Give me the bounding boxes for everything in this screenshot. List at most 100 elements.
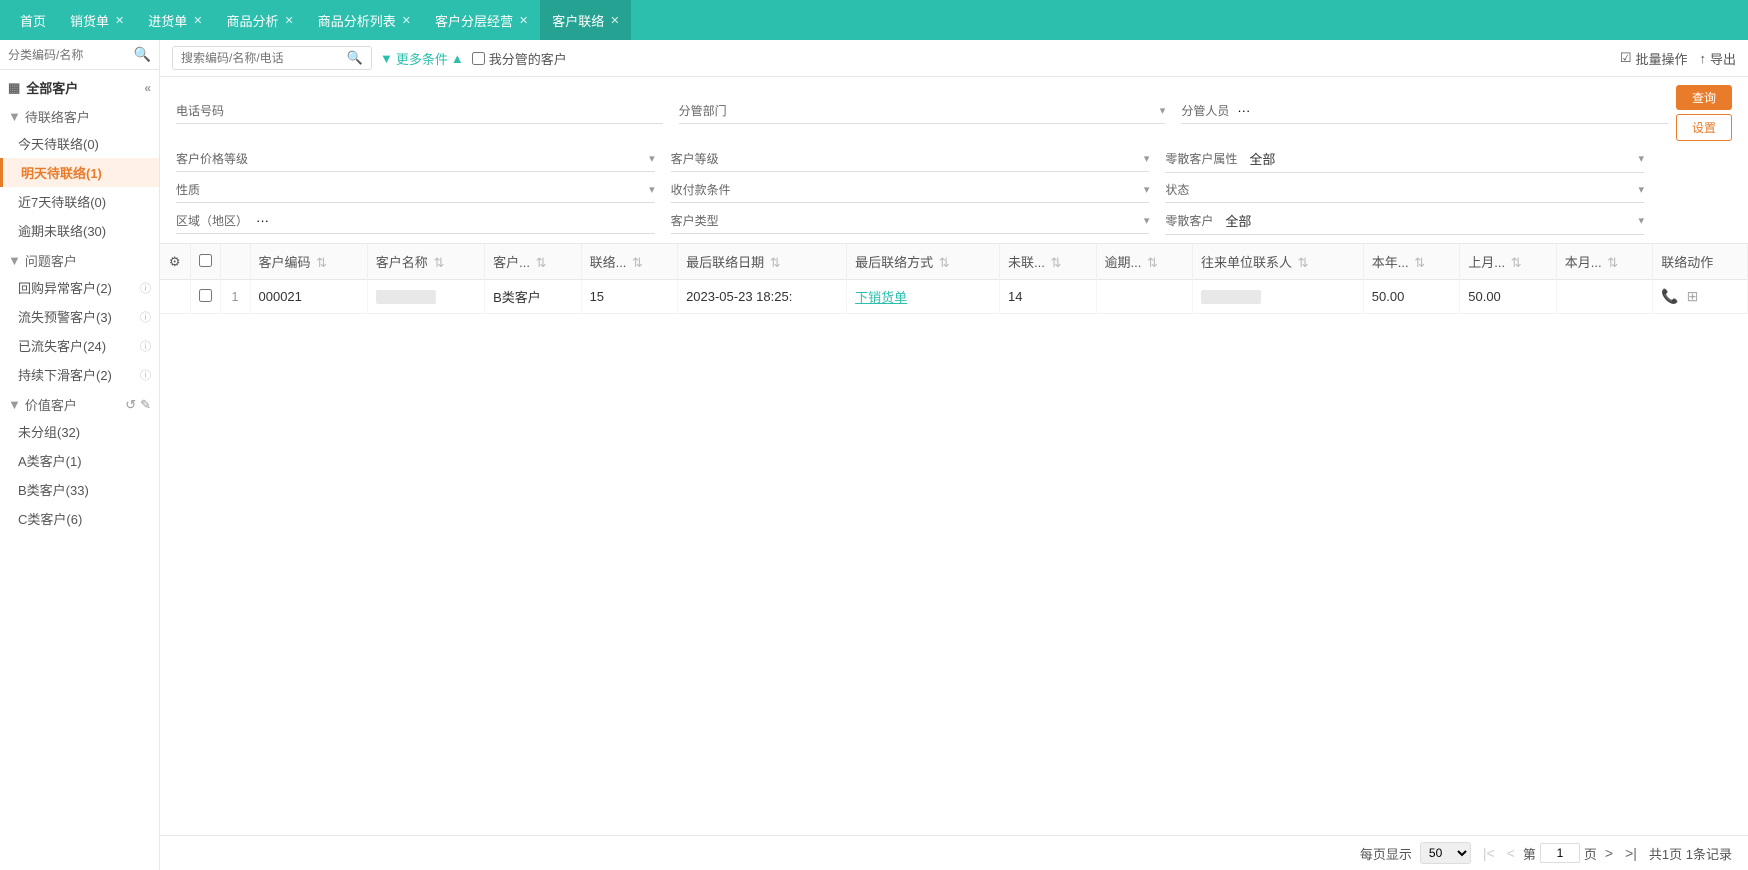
col-header-code[interactable]: 客户编码 ⇅	[250, 244, 367, 280]
gear-header[interactable]: ⚙	[160, 244, 190, 280]
sidebar-item-tomorrow-contact[interactable]: 明天待联络(1)	[0, 158, 159, 187]
sidebar-item-b-class[interactable]: B类客户(33)	[0, 475, 159, 504]
close-sales-icon[interactable]: ✕	[115, 14, 124, 27]
col-header-contact-person[interactable]: 往来单位联系人 ⇅	[1193, 244, 1364, 280]
close-product-analysis-list-icon[interactable]: ✕	[402, 14, 411, 27]
my-customers-checkbox[interactable]	[472, 52, 485, 65]
col-header-uncontact[interactable]: 未联... ⇅	[1000, 244, 1096, 280]
nav-product-analysis-list[interactable]: 商品分析列表 ✕	[306, 0, 423, 40]
collapse-icon[interactable]: «	[144, 81, 151, 95]
row-this-year: 50.00	[1363, 280, 1459, 314]
nature-label: 性质	[176, 181, 200, 198]
nature-field[interactable]: 性质 ▾	[176, 181, 655, 203]
top-nav: 首页 销货单 ✕ 进货单 ✕ 商品分析 ✕ 商品分析列表 ✕ 客户分层经营 ✕ …	[0, 0, 1748, 40]
row-checkbox[interactable]	[199, 289, 212, 302]
dept-field[interactable]: 分管部门 ▾	[679, 102, 1166, 124]
customer-type-field[interactable]: 客户类型 ▾	[671, 212, 1150, 234]
col-header-actions: 联络动作	[1653, 244, 1748, 280]
close-purchase-icon[interactable]: ✕	[193, 14, 202, 27]
last-page-button[interactable]: >|	[1621, 844, 1641, 862]
edit-icon[interactable]: ✎	[140, 397, 151, 413]
filter-row-4: 区域（地区） ··· 客户类型 ▾ 零散客户 全部 ▾	[176, 211, 1732, 235]
page-suffix: 页	[1584, 844, 1597, 863]
nav-customer-contact[interactable]: 客户联络 ✕	[540, 0, 631, 40]
select-all-checkbox[interactable]	[199, 254, 212, 267]
search-input[interactable]	[181, 51, 343, 65]
price-level-field[interactable]: 客户价格等级 ▾	[176, 150, 655, 172]
row-type: B类客户	[485, 280, 581, 314]
page-number-input[interactable]	[1540, 843, 1580, 863]
row-last-method[interactable]: 下销货单	[847, 280, 1000, 314]
phone-input[interactable]	[264, 104, 663, 118]
phone-action-icon[interactable]: 📞	[1661, 288, 1678, 305]
retail-field[interactable]: 零散客户 全部 ▾	[1165, 211, 1644, 235]
sort-this-month-icon: ⇅	[1607, 255, 1618, 270]
manager-field[interactable]: 分管人员 ···	[1181, 102, 1668, 124]
table-row: 1 000021 B类客户 15 2023-05-23 18:25: 下销货单 …	[160, 280, 1748, 314]
sidebar-item-7days-contact[interactable]: 近7天待联络(0)	[0, 187, 159, 216]
sidebar-item-overdue-contact[interactable]: 逾期未联络(30)	[0, 216, 159, 245]
batch-ops-button[interactable]: ☑ 批量操作	[1620, 49, 1688, 68]
row-this-month	[1556, 280, 1652, 314]
prev-page-button[interactable]: <	[1503, 844, 1519, 862]
col-header-this-month[interactable]: 本月... ⇅	[1556, 244, 1652, 280]
grid-action-icon[interactable]: ⊞	[1687, 288, 1699, 305]
status-field[interactable]: 状态 ▾	[1165, 181, 1644, 203]
col-header-overdue[interactable]: 逾期... ⇅	[1096, 244, 1192, 280]
next-page-button[interactable]: >	[1601, 844, 1617, 862]
sort-code-icon: ⇅	[316, 255, 327, 270]
row-checkbox-cell[interactable]	[190, 280, 220, 314]
payment-field[interactable]: 收付款条件 ▾	[671, 181, 1150, 203]
nav-home[interactable]: 首页	[8, 0, 58, 40]
per-page-select[interactable]: 50 100 200	[1420, 842, 1471, 864]
retail-attr-field[interactable]: 零散客户属性 全部 ▾	[1165, 149, 1644, 173]
sidebar-item-continuous-decline[interactable]: 持续下滑客户(2) ⓘ	[0, 360, 159, 389]
customer-level-field[interactable]: 客户等级 ▾	[671, 150, 1150, 172]
nav-sales[interactable]: 销货单 ✕	[58, 0, 136, 40]
sidebar-item-repurchase-abnormal[interactable]: 回购异常客户(2) ⓘ	[0, 273, 159, 302]
my-customers-checkbox-container[interactable]: 我分管的客户	[472, 49, 567, 68]
sidebar-item-already-lost[interactable]: 已流失客户(24) ⓘ	[0, 331, 159, 360]
sidebar-item-loss-warning[interactable]: 流失预警客户(3) ⓘ	[0, 302, 159, 331]
sidebar-search-icon[interactable]: 🔍	[134, 46, 151, 63]
row-name	[367, 280, 484, 314]
search-icon[interactable]: 🔍	[347, 50, 363, 66]
sidebar-search-container: 🔍	[0, 40, 159, 70]
col-header-type[interactable]: 客户... ⇅	[485, 244, 581, 280]
settings-button[interactable]: 设置	[1676, 114, 1732, 141]
nav-customer-stratification[interactable]: 客户分层经营 ✕	[423, 0, 540, 40]
sidebar-item-today-contact[interactable]: 今天待联络(0)	[0, 129, 159, 158]
col-header-last-method[interactable]: 最后联络方式 ⇅	[847, 244, 1000, 280]
sidebar-item-a-class[interactable]: A类客户(1)	[0, 446, 159, 475]
sidebar-item-ungrouped[interactable]: 未分组(32)	[0, 417, 159, 446]
col-header-this-year[interactable]: 本年... ⇅	[1363, 244, 1459, 280]
col-header-contact[interactable]: 联络... ⇅	[581, 244, 677, 280]
nav-product-analysis[interactable]: 商品分析 ✕	[214, 0, 305, 40]
all-customers-header[interactable]: ▦ 全部客户 «	[0, 70, 159, 101]
search-container: 🔍	[172, 46, 372, 70]
close-customer-contact-icon[interactable]: ✕	[610, 14, 619, 27]
first-page-button[interactable]: |<	[1479, 844, 1499, 862]
sidebar: 🔍 ▦ 全部客户 « ▼ 待联络客户 今天待联络(0) 明天待联络(1) 近7天…	[0, 40, 160, 870]
region-field[interactable]: 区域（地区） ···	[176, 212, 655, 234]
col-header-last-month[interactable]: 上月... ⇅	[1460, 244, 1556, 280]
customers-table: ⚙ 客户编码 ⇅ 客户名称 ⇅ 客户... ⇅	[160, 244, 1748, 314]
grid-icon: ▦	[8, 80, 20, 96]
refresh-icon[interactable]: ↺	[125, 397, 136, 413]
more-conditions-button[interactable]: ▼ 更多条件 ▲	[380, 49, 464, 68]
query-button[interactable]: 查询	[1676, 85, 1732, 110]
export-button[interactable]: ↑ 导出	[1699, 49, 1736, 68]
row-last-month: 50.00	[1460, 280, 1556, 314]
retail-arrow-icon: ▾	[1638, 214, 1644, 227]
row-actions: 📞 ⊞	[1653, 280, 1748, 314]
arrow-down-icon: ▼	[8, 109, 21, 124]
sidebar-item-c-class[interactable]: C类客户(6)	[0, 504, 159, 533]
col-header-last-date[interactable]: 最后联络日期 ⇅	[678, 244, 847, 280]
col-header-name[interactable]: 客户名称 ⇅	[367, 244, 484, 280]
retail-label: 零散客户	[1165, 212, 1213, 229]
checkbox-header[interactable]	[190, 244, 220, 280]
close-customer-stratification-icon[interactable]: ✕	[519, 14, 528, 27]
sidebar-search-input[interactable]	[8, 48, 134, 62]
close-product-analysis-icon[interactable]: ✕	[285, 14, 294, 27]
nav-purchase[interactable]: 进货单 ✕	[136, 0, 214, 40]
